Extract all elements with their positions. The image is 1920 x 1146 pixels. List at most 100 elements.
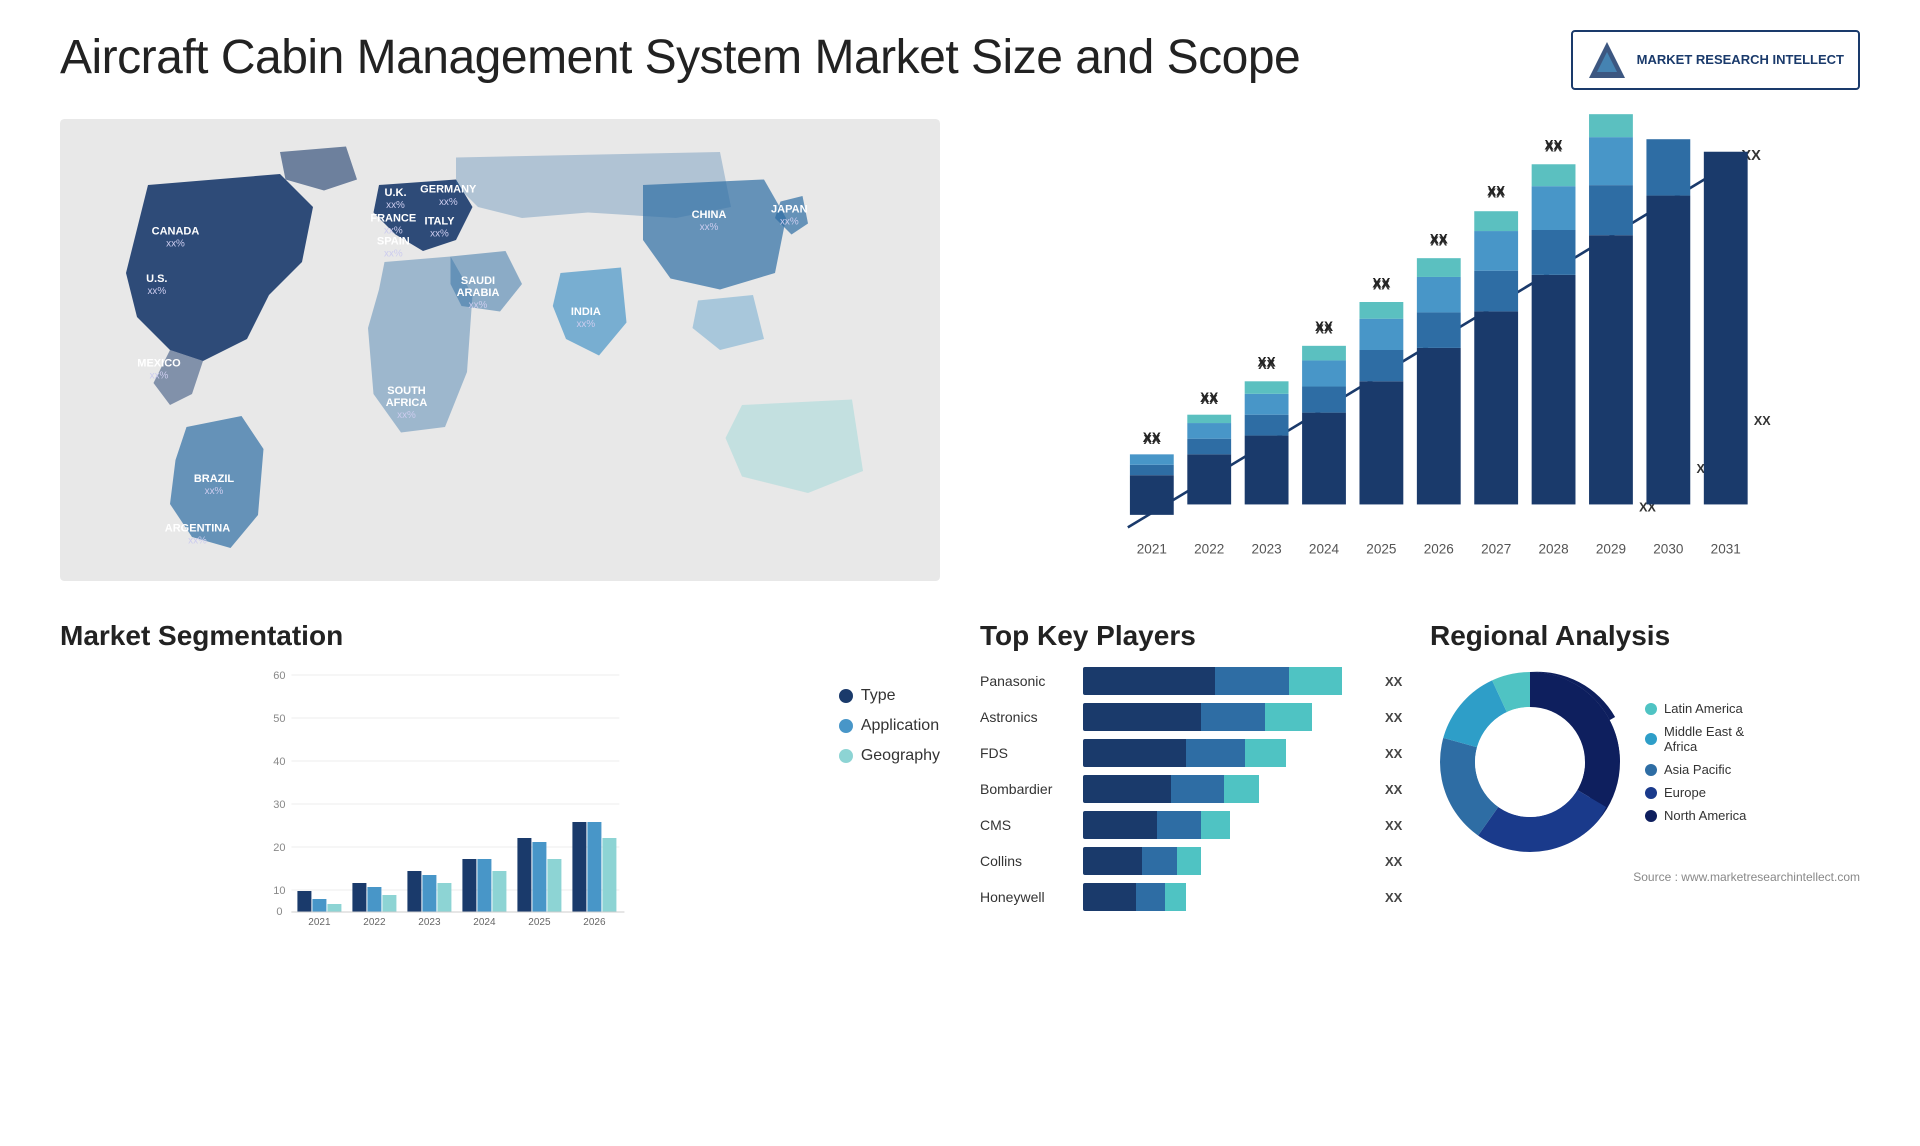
player-name-collins: Collins: [980, 853, 1075, 869]
svg-text:50: 50: [273, 713, 285, 725]
player-bar-fds: [1083, 739, 1377, 767]
legend-mea: Middle East &Africa: [1645, 724, 1746, 754]
source-text: Source : www.marketresearchintellect.com: [1430, 870, 1860, 884]
bar-seg3: [1265, 703, 1312, 731]
svg-text:2023: 2023: [1252, 541, 1282, 556]
svg-text:2025: 2025: [1366, 541, 1396, 556]
svg-text:xx%: xx%: [150, 371, 169, 382]
svg-text:xx%: xx%: [188, 536, 207, 547]
svg-text:2028: 2028: [1538, 541, 1568, 556]
svg-text:XX: XX: [1487, 184, 1505, 199]
bar-seg2: [1142, 847, 1177, 875]
svg-text:ARGENTINA: ARGENTINA: [165, 523, 230, 535]
svg-text:FRANCE: FRANCE: [370, 212, 416, 224]
legend-label-geography: Geography: [861, 747, 940, 765]
svg-text:XX: XX: [1258, 355, 1276, 370]
legend-type: Type: [839, 687, 940, 705]
logo: MARKET RESEARCH INTELLECT: [1571, 30, 1860, 90]
player-xx-fds: XX: [1385, 746, 1410, 761]
bar-seg3: [1201, 811, 1230, 839]
player-name-fds: FDS: [980, 745, 1075, 761]
bar-seg1: [1083, 667, 1215, 695]
legend-latin-america: Latin America: [1645, 701, 1746, 716]
bar-seg2: [1201, 703, 1266, 731]
svg-text:30: 30: [273, 799, 285, 811]
svg-text:60: 60: [273, 670, 285, 682]
label-europe: Europe: [1664, 785, 1706, 800]
player-xx-honeywell: XX: [1385, 890, 1410, 905]
segmentation-section: Market Segmentation 60 50 40 30 20 10 0: [60, 620, 940, 960]
growth-chart-svg: XX XX 2021 XX 2022 XX: [980, 110, 1860, 590]
svg-text:2027: 2027: [1481, 541, 1511, 556]
segmentation-title: Market Segmentation: [60, 620, 940, 652]
svg-text:2022: 2022: [1194, 541, 1224, 556]
dot-asia-pacific: [1645, 764, 1657, 776]
svg-text:2022: 2022: [363, 917, 386, 927]
svg-text:xx%: xx%: [430, 229, 449, 240]
svg-text:SOUTH: SOUTH: [387, 385, 426, 397]
player-bar-astronics: [1083, 703, 1377, 731]
svg-text:ITALY: ITALY: [425, 216, 456, 228]
seg-chart-svg: 60 50 40 30 20 10 0: [60, 667, 819, 927]
players-title: Top Key Players: [980, 620, 1410, 652]
svg-text:xx%: xx%: [397, 410, 416, 421]
donut-chart: [1430, 662, 1630, 862]
svg-text:XX: XX: [1143, 430, 1161, 445]
legend-asia-pacific: Asia Pacific: [1645, 762, 1746, 777]
legend-dot-type: [839, 689, 853, 703]
legend-dot-application: [839, 719, 853, 733]
player-bar-honeywell: [1083, 883, 1377, 911]
svg-text:xx%: xx%: [147, 286, 166, 297]
svg-text:XX: XX: [1545, 138, 1563, 153]
label-latin-america: Latin America: [1664, 701, 1743, 716]
svg-text:GERMANY: GERMANY: [420, 184, 477, 196]
player-row-cms: CMS XX: [980, 811, 1410, 839]
legend-label-type: Type: [861, 687, 896, 705]
svg-text:xx%: xx%: [384, 249, 403, 260]
player-row-fds: FDS XX: [980, 739, 1410, 767]
legend-geography: Geography: [839, 747, 940, 765]
svg-text:0: 0: [276, 906, 282, 918]
legend-application: Application: [839, 717, 940, 735]
page-header: Aircraft Cabin Management System Market …: [60, 30, 1860, 90]
key-players-section: Top Key Players Panasonic XX Astronics: [980, 620, 1410, 960]
donut-final-svg: [1430, 662, 1630, 862]
svg-text:xx%: xx%: [439, 197, 458, 208]
svg-text:U.S.: U.S.: [146, 273, 167, 285]
seg-legend: Type Application Geography: [839, 667, 940, 765]
legend-label-application: Application: [861, 717, 939, 735]
svg-text:10: 10: [273, 885, 285, 897]
player-name-astronics: Astronics: [980, 709, 1075, 725]
bottom-right: Top Key Players Panasonic XX Astronics: [980, 620, 1860, 960]
bar-seg3: [1289, 667, 1342, 695]
regional-title: Regional Analysis: [1430, 620, 1860, 652]
svg-text:xx%: xx%: [469, 300, 488, 311]
player-name-cms: CMS: [980, 817, 1075, 833]
dot-latin-america: [1645, 703, 1657, 715]
svg-text:CHINA: CHINA: [692, 209, 727, 221]
player-row-bombardier: Bombardier XX: [980, 775, 1410, 803]
svg-text:XX: XX: [1754, 414, 1771, 428]
map-svg: CANADA xx% U.S. xx% MEXICO xx% BRAZIL xx…: [60, 110, 940, 590]
seg-chart: 60 50 40 30 20 10 0: [60, 667, 819, 927]
svg-text:xx%: xx%: [205, 486, 224, 497]
svg-text:XX: XX: [1430, 232, 1448, 247]
svg-text:XX: XX: [1200, 390, 1218, 405]
player-row-astronics: Astronics XX: [980, 703, 1410, 731]
seg-content: 60 50 40 30 20 10 0: [60, 667, 940, 927]
legend-north-america: North America: [1645, 808, 1746, 823]
bar-seg1: [1083, 811, 1157, 839]
world-map: CANADA xx% U.S. xx% MEXICO xx% BRAZIL xx…: [60, 110, 940, 590]
svg-text:2021: 2021: [1137, 541, 1167, 556]
label-north-america: North America: [1664, 808, 1746, 823]
svg-text:xx%: xx%: [576, 319, 595, 330]
bar-seg2: [1157, 811, 1201, 839]
svg-text:2030: 2030: [1653, 541, 1683, 556]
svg-text:BRAZIL: BRAZIL: [194, 473, 235, 485]
svg-text:AFRICA: AFRICA: [386, 397, 428, 409]
regional-legend: Latin America Middle East &Africa Asia P…: [1645, 701, 1746, 823]
player-xx-bombardier: XX: [1385, 782, 1410, 797]
regional-section: Regional Analysis: [1430, 620, 1860, 960]
player-row-panasonic: Panasonic XX: [980, 667, 1410, 695]
player-bar-cms: [1083, 811, 1377, 839]
